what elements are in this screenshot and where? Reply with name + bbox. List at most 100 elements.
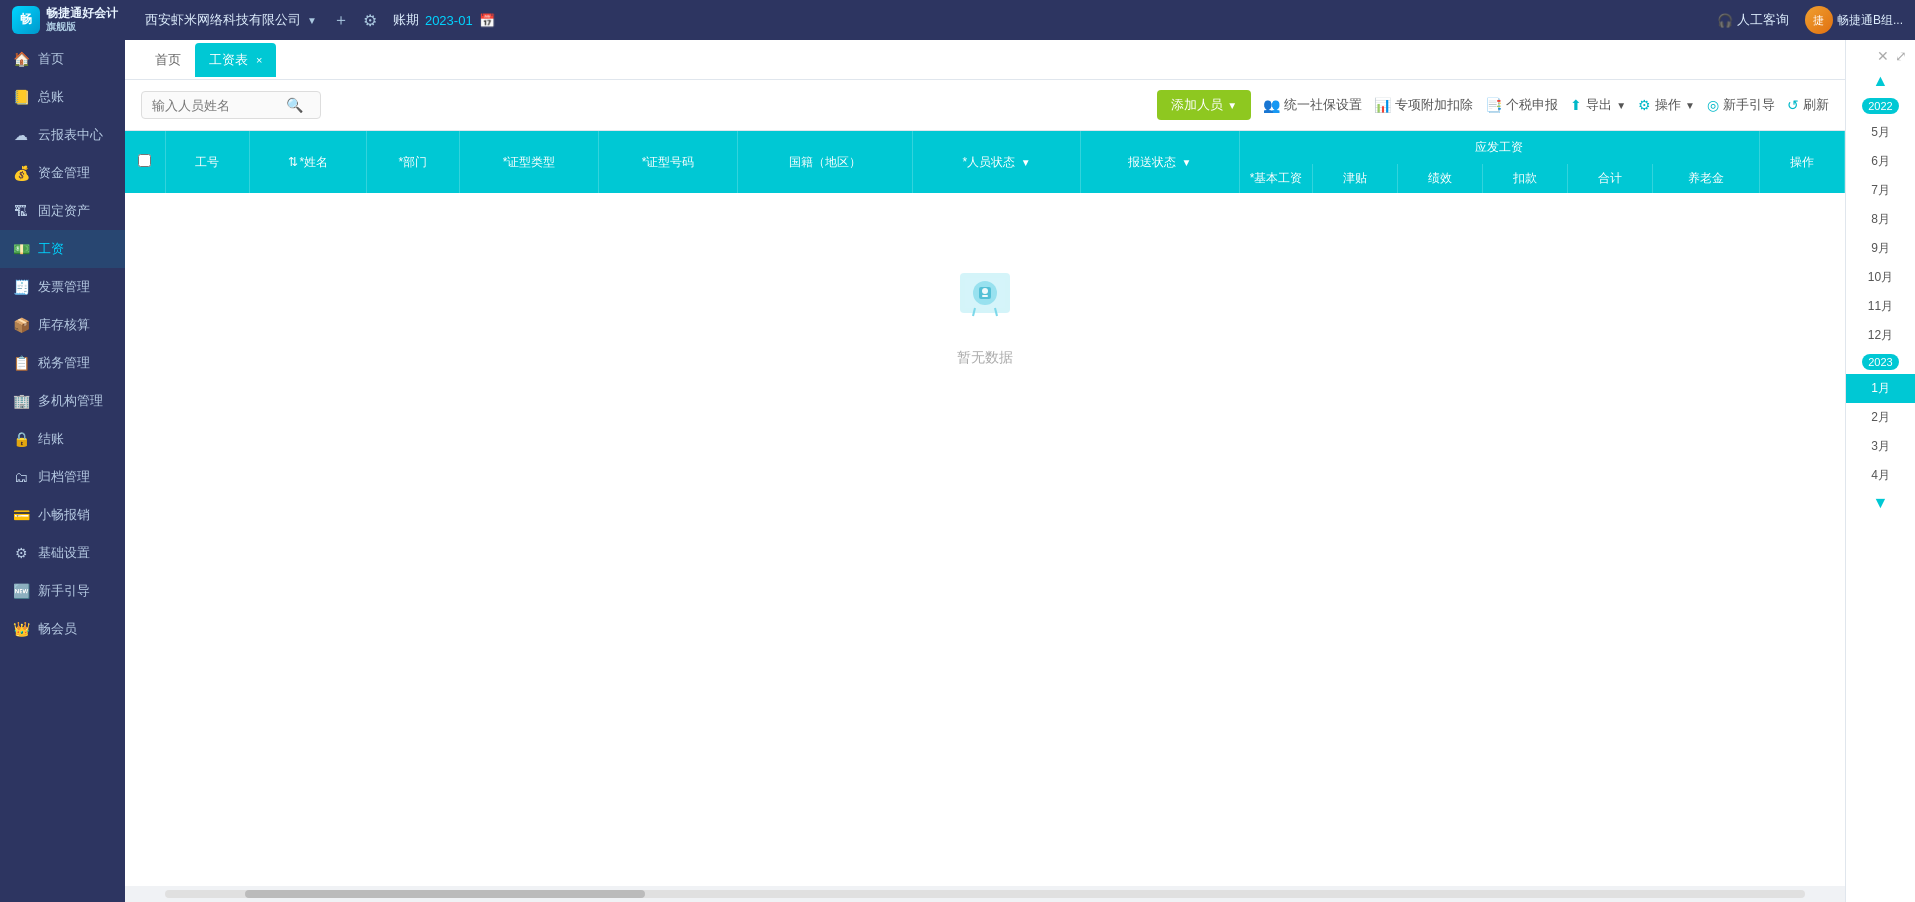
- refresh-btn[interactable]: ↺ 刷新: [1787, 96, 1829, 114]
- th-report-status[interactable]: 报送状态 ▼: [1080, 131, 1239, 193]
- guide-btn[interactable]: ◎ 新手引导: [1707, 96, 1775, 114]
- empty-text: 暂无数据: [957, 349, 1013, 367]
- year-2023-label: 2023: [1862, 354, 1898, 370]
- company-selector[interactable]: 西安虾米网络科技有限公司 ▼: [145, 11, 317, 29]
- th-dept: *部门: [366, 131, 460, 193]
- refresh-icon: ↺: [1787, 97, 1799, 113]
- operations-btn[interactable]: ⚙ 操作 ▼: [1638, 96, 1695, 114]
- sidebar-label-close: 结账: [38, 430, 64, 448]
- cal-month-2023-04[interactable]: 4月: [1846, 461, 1915, 490]
- service-label: 人工客询: [1737, 11, 1789, 29]
- th-status[interactable]: *人员状态 ▼: [913, 131, 1081, 193]
- th-name[interactable]: ⇅ *姓名: [250, 131, 366, 193]
- member-icon: 👑: [12, 621, 30, 637]
- select-all-checkbox[interactable]: [138, 154, 151, 167]
- th-emp-no: 工号: [165, 131, 250, 193]
- sidebar-item-expense[interactable]: 💳 小畅报销: [0, 496, 125, 534]
- cal-month-2022-07[interactable]: 7月: [1846, 176, 1915, 205]
- tab-home[interactable]: 首页: [141, 43, 195, 77]
- social-security-btn[interactable]: 👥 统一社保设置: [1263, 96, 1362, 114]
- sidebar-label-ledger: 总账: [38, 88, 64, 106]
- sidebar: 🏠 首页 📒 总账 ☁ 云报表中心 💰 资金管理 🏗 固定资产 💵 工资 🧾 发…: [0, 40, 125, 902]
- special-deduct-label: 专项附加扣除: [1395, 96, 1473, 114]
- inventory-icon: 📦: [12, 317, 30, 333]
- header-icons: ＋ ⚙: [333, 10, 377, 31]
- empty-state: 暂无数据: [125, 193, 1845, 427]
- sidebar-item-cloud-report[interactable]: ☁ 云报表中心: [0, 116, 125, 154]
- sidebar-label-inventory: 库存核算: [38, 316, 90, 334]
- user-profile[interactable]: 捷 畅捷通B组...: [1805, 6, 1903, 34]
- payroll-table: 工号 ⇅ *姓名 *部门 *证型类型 *证型号码 国籍（地区） *人员状态: [125, 131, 1845, 193]
- tax-report-btn[interactable]: 📑 个税申报: [1485, 96, 1558, 114]
- social-security-label: 统一社保设置: [1284, 96, 1362, 114]
- sidebar-label-fixed-assets: 固定资产: [38, 202, 90, 220]
- panel-close-icon[interactable]: ✕: [1877, 48, 1889, 64]
- ledger-icon: 📒: [12, 89, 30, 105]
- operations-arrow-icon: ▼: [1685, 100, 1695, 111]
- sidebar-item-invoice[interactable]: 🧾 发票管理: [0, 268, 125, 306]
- cal-month-2022-12[interactable]: 12月: [1846, 321, 1915, 350]
- logo-area: 畅 畅捷通好会计 旗舰版: [12, 6, 137, 34]
- cal-nav-down[interactable]: ▼: [1869, 490, 1893, 516]
- search-icon: 🔍: [286, 97, 303, 113]
- search-input[interactable]: [152, 98, 282, 113]
- company-name: 西安虾米网络科技有限公司: [145, 11, 301, 29]
- sidebar-item-ledger[interactable]: 📒 总账: [0, 78, 125, 116]
- sidebar-item-home[interactable]: 🏠 首页: [0, 40, 125, 78]
- fund-icon: 💰: [12, 165, 30, 181]
- multi-org-icon: 🏢: [12, 393, 30, 409]
- cal-month-2022-11[interactable]: 11月: [1846, 292, 1915, 321]
- sidebar-label-expense: 小畅报销: [38, 506, 90, 524]
- sidebar-item-archive[interactable]: 🗂 归档管理: [0, 458, 125, 496]
- add-person-button[interactable]: 添加人员 ▼: [1157, 90, 1251, 120]
- special-deduct-btn[interactable]: 📊 专项附加扣除: [1374, 96, 1473, 114]
- settings-icon[interactable]: ⚙: [363, 11, 377, 30]
- sidebar-item-settings[interactable]: ⚙ 基础设置: [0, 534, 125, 572]
- add-icon[interactable]: ＋: [333, 10, 349, 31]
- sidebar-item-fund[interactable]: 💰 资金管理: [0, 154, 125, 192]
- sidebar-item-member[interactable]: 👑 畅会员: [0, 610, 125, 648]
- sidebar-label-payroll: 工资: [38, 240, 64, 258]
- cal-month-2022-05[interactable]: 5月: [1846, 118, 1915, 147]
- sidebar-label-cloud-report: 云报表中心: [38, 126, 103, 144]
- th-deduct: 扣款: [1483, 164, 1568, 193]
- sidebar-item-guide[interactable]: 🆕 新手引导: [0, 572, 125, 610]
- tab-close-icon[interactable]: ×: [256, 54, 262, 66]
- cloud-icon: ☁: [12, 127, 30, 143]
- sidebar-item-tax[interactable]: 📋 税务管理: [0, 344, 125, 382]
- cal-nav-up[interactable]: ▲: [1869, 68, 1893, 94]
- app-logo-icon: 畅: [12, 6, 40, 34]
- app-name: 畅捷通好会计: [46, 6, 118, 20]
- add-person-label: 添加人员: [1171, 96, 1223, 114]
- fixed-assets-icon: 🏗: [12, 203, 30, 219]
- panel-expand-icon[interactable]: ⤢: [1895, 48, 1907, 64]
- cal-month-2022-06[interactable]: 6月: [1846, 147, 1915, 176]
- calendar-icon[interactable]: 📅: [479, 13, 495, 28]
- headset-icon: 🎧: [1717, 13, 1733, 28]
- cal-month-2023-02[interactable]: 2月: [1846, 403, 1915, 432]
- cal-month-2023-01[interactable]: 1月: [1846, 374, 1915, 403]
- cal-month-2022-09[interactable]: 9月: [1846, 234, 1915, 263]
- tab-payroll-label: 工资表: [209, 51, 248, 69]
- customer-service-btn[interactable]: 🎧 人工客询: [1717, 11, 1789, 29]
- scroll-thumb[interactable]: [245, 890, 645, 898]
- tab-payroll[interactable]: 工资表 ×: [195, 43, 276, 77]
- sidebar-item-fixed-assets[interactable]: 🏗 固定资产: [0, 192, 125, 230]
- home-icon: 🏠: [12, 51, 30, 67]
- sidebar-item-inventory[interactable]: 📦 库存核算: [0, 306, 125, 344]
- chevron-down-icon: ▼: [307, 15, 317, 26]
- cal-month-2023-03[interactable]: 3月: [1846, 432, 1915, 461]
- export-btn[interactable]: ⬆ 导出 ▼: [1570, 96, 1626, 114]
- period-value: 2023-01: [425, 13, 473, 28]
- sidebar-item-close[interactable]: 🔒 结账: [0, 420, 125, 458]
- cal-month-2022-10[interactable]: 10月: [1846, 263, 1915, 292]
- sidebar-item-payroll[interactable]: 💵 工资: [0, 230, 125, 268]
- sidebar-label-multi-org: 多机构管理: [38, 392, 103, 410]
- cal-month-2022-08[interactable]: 8月: [1846, 205, 1915, 234]
- th-checkbox[interactable]: [125, 131, 165, 193]
- sidebar-item-multi-org[interactable]: 🏢 多机构管理: [0, 382, 125, 420]
- sidebar-label-fund: 资金管理: [38, 164, 90, 182]
- th-id-type: *证型类型: [460, 131, 599, 193]
- guide-toolbar-icon: ◎: [1707, 97, 1719, 113]
- settings-sidebar-icon: ⚙: [12, 545, 30, 561]
